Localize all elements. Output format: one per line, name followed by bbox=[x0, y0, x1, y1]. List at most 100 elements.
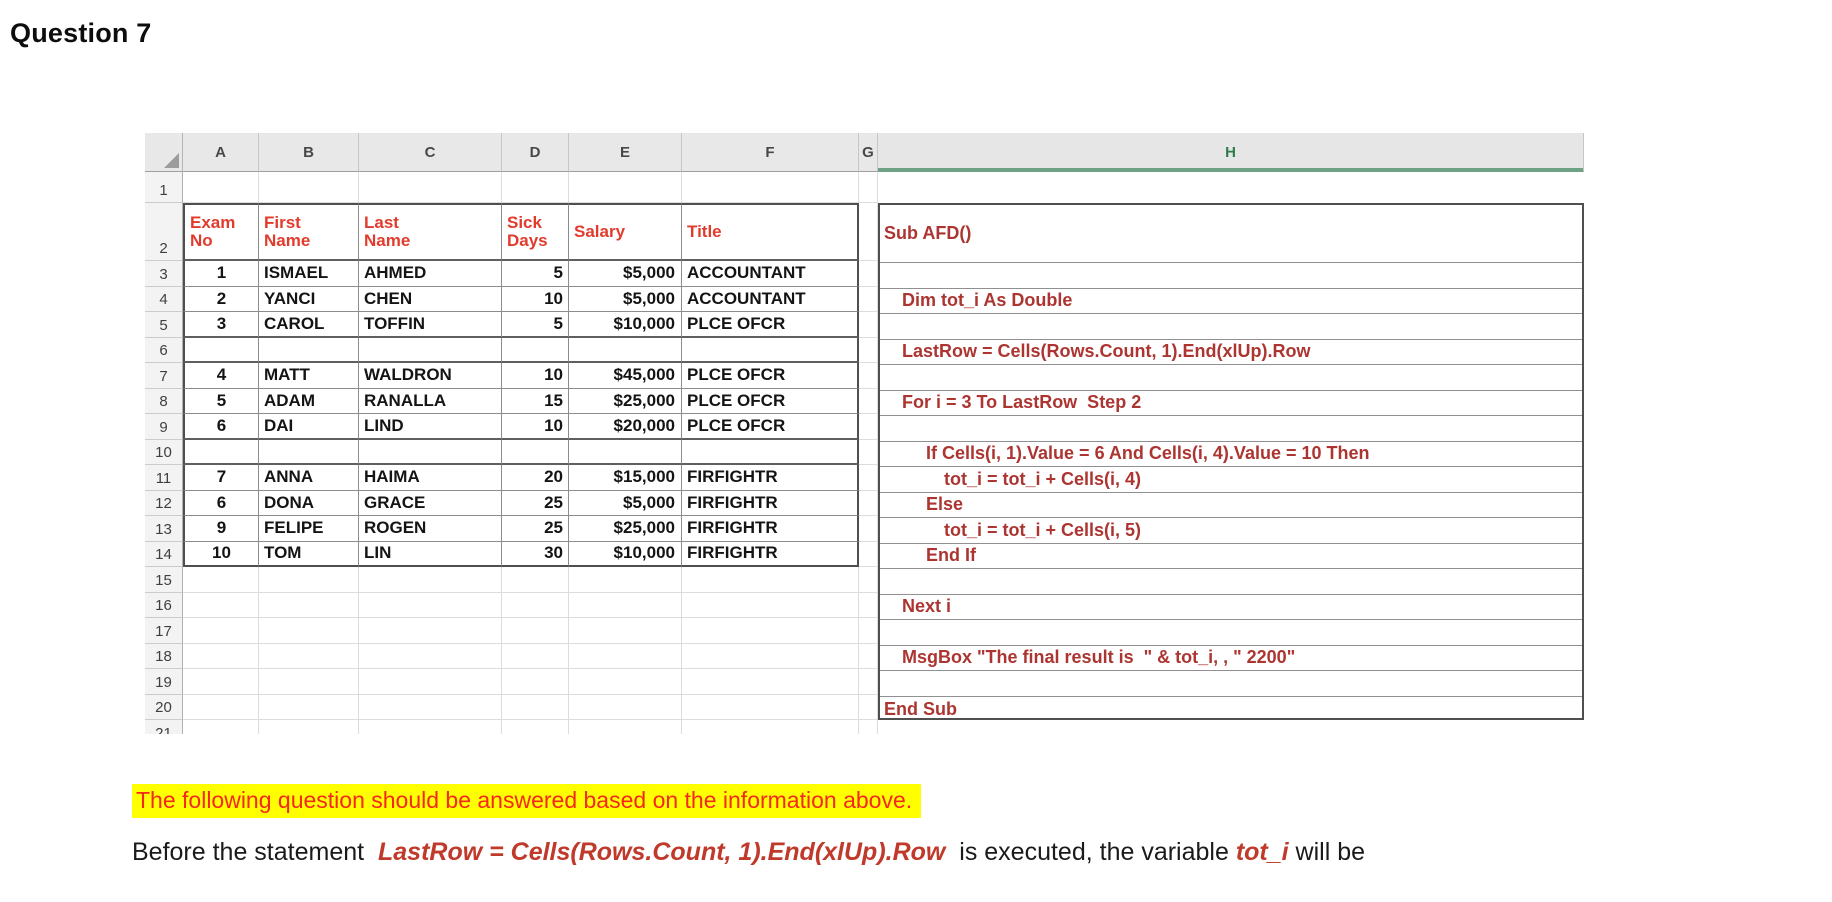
grid-cell-F21 bbox=[682, 720, 859, 734]
select-all-corner bbox=[145, 133, 183, 172]
cell-F10 bbox=[682, 439, 859, 465]
question-instruction-text: The following question should be answere… bbox=[136, 787, 913, 813]
grid-cell-B20 bbox=[259, 694, 359, 720]
grid-cell-B16 bbox=[259, 592, 359, 618]
column-header-row: ABCDEFGH bbox=[145, 133, 1584, 172]
cell-C14: LIN bbox=[359, 541, 502, 567]
grid-cell-G1 bbox=[859, 172, 878, 203]
grid-cell-F16 bbox=[682, 592, 859, 618]
grid-cell-B19 bbox=[259, 669, 359, 695]
vba-code-row-3 bbox=[880, 263, 1582, 289]
cell-D12: 25 bbox=[502, 490, 569, 516]
row-header-9: 9 bbox=[145, 414, 183, 440]
prompt-code-fragment: LastRow = Cells(Rows.Count, 1).End(xlUp)… bbox=[377, 838, 946, 866]
cell-F4: ACCOUNTANT bbox=[682, 286, 859, 312]
grid-cell-E16 bbox=[569, 592, 682, 618]
grid-cell-C1 bbox=[359, 172, 502, 203]
cell-B8: ADAM bbox=[259, 388, 359, 414]
grid-cell-F18 bbox=[682, 643, 859, 669]
cell-D9: 10 bbox=[502, 414, 569, 440]
grid-cell-A1 bbox=[183, 172, 259, 203]
grid-cell-G5 bbox=[859, 312, 878, 338]
cell-C10 bbox=[359, 439, 502, 465]
grid-cell-D20 bbox=[502, 694, 569, 720]
vba-code-row-2: Sub AFD() bbox=[880, 205, 1582, 263]
grid-cell-E21 bbox=[569, 720, 682, 734]
grid-cell-B21 bbox=[259, 720, 359, 734]
cell-A9: 6 bbox=[183, 414, 259, 440]
vba-code-text: For i = 3 To LastRow Step 2 bbox=[902, 392, 1142, 413]
vba-code-row-17 bbox=[880, 620, 1582, 646]
grid-cell-F19 bbox=[682, 669, 859, 695]
grid-cell-A17 bbox=[183, 618, 259, 644]
grid-cell-E19 bbox=[569, 669, 682, 695]
grid-cell-C16 bbox=[359, 592, 502, 618]
cell-C6 bbox=[359, 337, 502, 363]
cell-E3: $5,000 bbox=[569, 261, 682, 287]
vba-code-box: Sub AFD() Dim tot_i As Double LastRow = Ce… bbox=[878, 203, 1584, 720]
grid-cell-D16 bbox=[502, 592, 569, 618]
vba-code-text: Else bbox=[926, 494, 964, 515]
cell-A6 bbox=[183, 337, 259, 363]
cell-B14: TOM bbox=[259, 541, 359, 567]
grid-cell-D19 bbox=[502, 669, 569, 695]
vba-code-text: tot_i = tot_i + Cells(i, 4) bbox=[944, 468, 1142, 489]
cell-A14: 10 bbox=[183, 541, 259, 567]
grid-cell-G13 bbox=[859, 516, 878, 542]
cell-A7: 4 bbox=[183, 363, 259, 389]
cell-F13: FIRFIGHTR bbox=[682, 516, 859, 542]
cell-B12: DONA bbox=[259, 490, 359, 516]
column-header-g: G bbox=[859, 133, 878, 172]
row-header-19: 19 bbox=[145, 669, 183, 695]
cell-D6 bbox=[502, 337, 569, 363]
prompt-code-fragment: tot_i bbox=[1235, 838, 1289, 866]
cell-F8: PLCE OFCR bbox=[682, 388, 859, 414]
cell-B10 bbox=[259, 439, 359, 465]
cell-D10 bbox=[502, 439, 569, 465]
cell-D8: 15 bbox=[502, 388, 569, 414]
cell-C4: CHEN bbox=[359, 286, 502, 312]
vba-code-row-16: Next i bbox=[880, 595, 1582, 620]
vba-code-row-18: MsgBox "The final result is " & tot_i, ,… bbox=[880, 646, 1582, 671]
table-header-cell-b2: First Name bbox=[259, 203, 359, 261]
cell-E13: $25,000 bbox=[569, 516, 682, 542]
cell-B6 bbox=[259, 337, 359, 363]
cell-D5: 5 bbox=[502, 312, 569, 338]
cell-A11: 7 bbox=[183, 465, 259, 491]
cell-B7: MATT bbox=[259, 363, 359, 389]
grid-cell-G3 bbox=[859, 261, 878, 287]
vba-code-row-9 bbox=[880, 416, 1582, 442]
cell-D3: 5 bbox=[502, 261, 569, 287]
prompt-text-fragment: Before the statement bbox=[132, 838, 378, 866]
grid-cell-A18 bbox=[183, 643, 259, 669]
grid-cell-G11 bbox=[859, 465, 878, 491]
cell-C3: AHMED bbox=[359, 261, 502, 287]
vba-code-row-19 bbox=[880, 671, 1582, 697]
column-header-d: D bbox=[502, 133, 569, 172]
column-header-c: C bbox=[359, 133, 502, 172]
cell-D11: 20 bbox=[502, 465, 569, 491]
grid-cell-E17 bbox=[569, 618, 682, 644]
column-header-b: B bbox=[259, 133, 359, 172]
vba-code-text: End Sub bbox=[884, 698, 957, 719]
question-prompt: Before the statement LastRow = Cells(Row… bbox=[132, 838, 1365, 867]
grid-cell-C15 bbox=[359, 567, 502, 593]
grid-cell-F20 bbox=[682, 694, 859, 720]
grid-cell-C17 bbox=[359, 618, 502, 644]
vba-code-row-14: End If bbox=[880, 544, 1582, 569]
vba-code-row-4: Dim tot_i As Double bbox=[880, 289, 1582, 314]
cell-E4: $5,000 bbox=[569, 286, 682, 312]
cell-D14: 30 bbox=[502, 541, 569, 567]
grid-cell-G18 bbox=[859, 643, 878, 669]
cell-E10 bbox=[569, 439, 682, 465]
grid-cell-C21 bbox=[359, 720, 502, 734]
grid-cell-G8 bbox=[859, 388, 878, 414]
row-header-3: 3 bbox=[145, 261, 183, 287]
grid-cell-B18 bbox=[259, 643, 359, 669]
grid-cell-A21 bbox=[183, 720, 259, 734]
grid-cell-G9 bbox=[859, 414, 878, 440]
cell-F5: PLCE OFCR bbox=[682, 312, 859, 338]
table-header-cell-c2: Last Name bbox=[359, 203, 502, 261]
grid-cell-G10 bbox=[859, 439, 878, 465]
cell-F12: FIRFIGHTR bbox=[682, 490, 859, 516]
